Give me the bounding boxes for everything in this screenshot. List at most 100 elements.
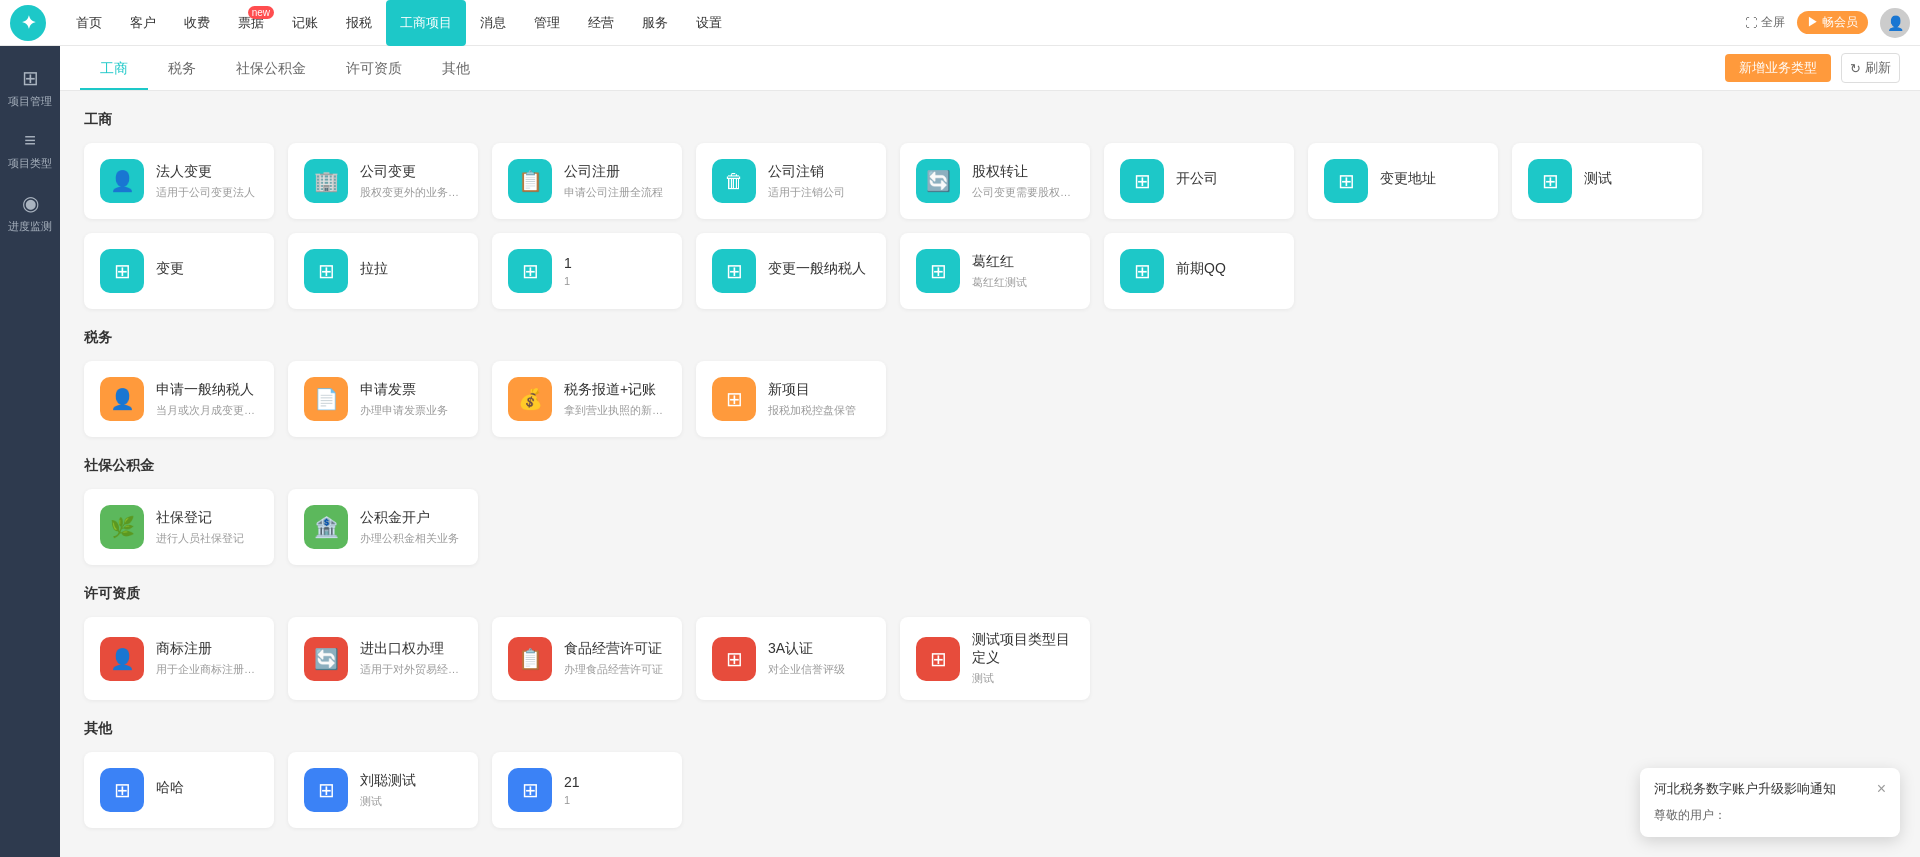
- card-icon-social-register: 🌿: [100, 505, 144, 549]
- sidebar-item-project-type[interactable]: ≡ 项目类型: [0, 119, 60, 181]
- nav-message[interactable]: 消息: [466, 0, 520, 46]
- sidebar: ⊞ 项目管理 ≡ 项目类型 ◉ 进度监测: [0, 46, 60, 857]
- card-apply-general-taxpayer[interactable]: 👤 申请一般纳税人 当月或次月成变更完成: [84, 361, 274, 437]
- card-3a-cert[interactable]: ⊞ 3A认证 对企业信誉评级: [696, 617, 886, 700]
- card-new-project[interactable]: ⊞ 新项目 报税加税控盘保管: [696, 361, 886, 437]
- nav-right: ⛶ 全屏 ▶ 畅会员 👤: [1745, 8, 1910, 38]
- card-change2[interactable]: ⊞ 变更: [84, 233, 274, 309]
- notif-title: 河北税务数字账户升级影响通知: [1654, 780, 1836, 798]
- section-title-social: 社保公积金: [84, 457, 1896, 475]
- card-icon-food-license: 📋: [508, 637, 552, 681]
- card-icon-gehonghong: ⊞: [916, 249, 960, 293]
- nav-tax[interactable]: 报税: [332, 0, 386, 46]
- card-provident-fund[interactable]: 🏦 公积金开户 办理公积金相关业务: [288, 489, 478, 565]
- tab-commerce[interactable]: 工商: [80, 46, 148, 90]
- card-change-address[interactable]: ⊞ 变更地址: [1308, 143, 1498, 219]
- sidebar-item-progress[interactable]: ◉ 进度监测: [0, 181, 60, 244]
- card-icon-3a-cert: ⊞: [712, 637, 756, 681]
- card-21[interactable]: ⊞ 21 1: [492, 752, 682, 828]
- card-company-change[interactable]: 🏢 公司变更 股权变更外的业务变更: [288, 143, 478, 219]
- tab-bar: 工商 税务 社保公积金 许可资质 其他 新增业务类型 ↻ 刷新: [60, 46, 1920, 91]
- social-card-grid: 🌿 社保登记 进行人员社保登记 🏦 公积金开户 办理公积金相关业务: [84, 489, 1896, 565]
- nav-ticket[interactable]: 票据 new: [224, 0, 278, 46]
- vip-icon: ▶: [1807, 15, 1819, 29]
- card-social-register[interactable]: 🌿 社保登记 进行人员社保登记: [84, 489, 274, 565]
- card-icon-import-export: 🔄: [304, 637, 348, 681]
- card-icon-haha: ⊞: [100, 768, 144, 812]
- card-open-company[interactable]: ⊞ 开公司: [1104, 143, 1294, 219]
- refresh-icon: ↻: [1850, 61, 1861, 76]
- content-area: 工商 👤 法人变更 适用于公司变更法人 🏢 公司变更 股权变更外的业务变更 📋: [60, 91, 1920, 857]
- card-change-general[interactable]: ⊞ 变更一般纳税人: [696, 233, 886, 309]
- card-icon-change-general: ⊞: [712, 249, 756, 293]
- project-manage-icon: ⊞: [22, 66, 39, 90]
- sidebar-item-project-manage[interactable]: ⊞ 项目管理: [0, 56, 60, 119]
- tax-card-grid: 👤 申请一般纳税人 当月或次月成变更完成 📄 申请发票 办理申请发票业务 💰 税…: [84, 361, 1896, 437]
- section-title-commerce: 工商: [84, 111, 1896, 129]
- card-legal-change[interactable]: 👤 法人变更 适用于公司变更法人: [84, 143, 274, 219]
- nav-home[interactable]: 首页: [62, 0, 116, 46]
- tab-license[interactable]: 许可资质: [326, 46, 422, 90]
- card-icon-tax-report: 💰: [508, 377, 552, 421]
- card-icon-legal-change: 👤: [100, 159, 144, 203]
- card-apply-invoice[interactable]: 📄 申请发票 办理申请发票业务: [288, 361, 478, 437]
- card-one[interactable]: ⊞ 1 1: [492, 233, 682, 309]
- notification-box: 河北税务数字账户升级影响通知 × 尊敬的用户：: [1640, 768, 1900, 837]
- nav-manage[interactable]: 管理: [520, 0, 574, 46]
- tab-social-security[interactable]: 社保公积金: [216, 46, 326, 90]
- avatar-icon: 👤: [1887, 15, 1904, 31]
- card-icon-company-change: 🏢: [304, 159, 348, 203]
- card-icon-change2: ⊞: [100, 249, 144, 293]
- notif-content: 尊敬的用户：: [1654, 806, 1886, 825]
- user-avatar[interactable]: 👤: [1880, 8, 1910, 38]
- license-card-grid: 👤 商标注册 用于企业商标注册服务 🔄 进出口权办理 适用于对外贸易经营者 📋 …: [84, 617, 1896, 700]
- vip-button[interactable]: ▶ 畅会员: [1797, 11, 1868, 34]
- card-company-cancel[interactable]: 🗑 公司注销 适用于注销公司: [696, 143, 886, 219]
- card-prev-qq[interactable]: ⊞ 前期QQ: [1104, 233, 1294, 309]
- nav-bookkeeping[interactable]: 记账: [278, 0, 332, 46]
- notif-close-button[interactable]: ×: [1877, 780, 1886, 798]
- card-test-type-def[interactable]: ⊞ 测试项目类型目定义 测试: [900, 617, 1090, 700]
- card-icon-lala: ⊞: [304, 249, 348, 293]
- card-gehonghong[interactable]: ⊞ 葛红红 葛红红测试: [900, 233, 1090, 309]
- card-company-register[interactable]: 📋 公司注册 申请公司注册全流程: [492, 143, 682, 219]
- card-name-legal-change: 法人变更: [156, 163, 258, 181]
- fullscreen-btn[interactable]: ⛶ 全屏: [1745, 14, 1785, 31]
- main-content: 工商 税务 社保公积金 许可资质 其他 新增业务类型 ↻ 刷新 工商 👤 法人变…: [60, 46, 1920, 857]
- card-icon-new-project: ⊞: [712, 377, 756, 421]
- card-test[interactable]: ⊞ 测试: [1512, 143, 1702, 219]
- card-icon-open-company: ⊞: [1120, 159, 1164, 203]
- fullscreen-icon: ⛶: [1745, 16, 1757, 30]
- nav-fee[interactable]: 收费: [170, 0, 224, 46]
- nav-operation[interactable]: 经营: [574, 0, 628, 46]
- nav-commerce[interactable]: 工商项目: [386, 0, 466, 46]
- tab-other[interactable]: 其他: [422, 46, 490, 90]
- section-title-other: 其他: [84, 720, 1896, 738]
- commerce-card-grid: 👤 法人变更 适用于公司变更法人 🏢 公司变更 股权变更外的业务变更 📋 公司注…: [84, 143, 1896, 309]
- card-haha[interactable]: ⊞ 哈哈: [84, 752, 274, 828]
- nav-service[interactable]: 服务: [628, 0, 682, 46]
- refresh-button[interactable]: ↻ 刷新: [1841, 53, 1900, 83]
- card-icon-trademark: 👤: [100, 637, 144, 681]
- section-title-tax: 税务: [84, 329, 1896, 347]
- tab-tax[interactable]: 税务: [148, 46, 216, 90]
- card-liucong-test[interactable]: ⊞ 刘聪测试 测试: [288, 752, 478, 828]
- section-title-license: 许可资质: [84, 585, 1896, 603]
- card-trademark[interactable]: 👤 商标注册 用于企业商标注册服务: [84, 617, 274, 700]
- card-icon-apply-invoice: 📄: [304, 377, 348, 421]
- nav-settings[interactable]: 设置: [682, 0, 736, 46]
- card-icon-apply-general: 👤: [100, 377, 144, 421]
- card-icon-test: ⊞: [1528, 159, 1572, 203]
- card-tax-report-bookkeeping[interactable]: 💰 税务报道+记账 拿到营业执照的新公司: [492, 361, 682, 437]
- card-equity-transfer[interactable]: 🔄 股权转让 公司变更需要股权转让: [900, 143, 1090, 219]
- card-icon-company-cancel: 🗑: [712, 159, 756, 203]
- new-type-button[interactable]: 新增业务类型: [1725, 54, 1831, 82]
- card-food-license[interactable]: 📋 食品经营许可证 办理食品经营许可证: [492, 617, 682, 700]
- card-icon-one: ⊞: [508, 249, 552, 293]
- card-icon-equity-transfer: 🔄: [916, 159, 960, 203]
- nav-customer[interactable]: 客户: [116, 0, 170, 46]
- tab-actions: 新增业务类型 ↻ 刷新: [1725, 53, 1900, 83]
- new-badge: new: [248, 6, 274, 19]
- card-import-export[interactable]: 🔄 进出口权办理 适用于对外贸易经营者: [288, 617, 478, 700]
- card-lala[interactable]: ⊞ 拉拉: [288, 233, 478, 309]
